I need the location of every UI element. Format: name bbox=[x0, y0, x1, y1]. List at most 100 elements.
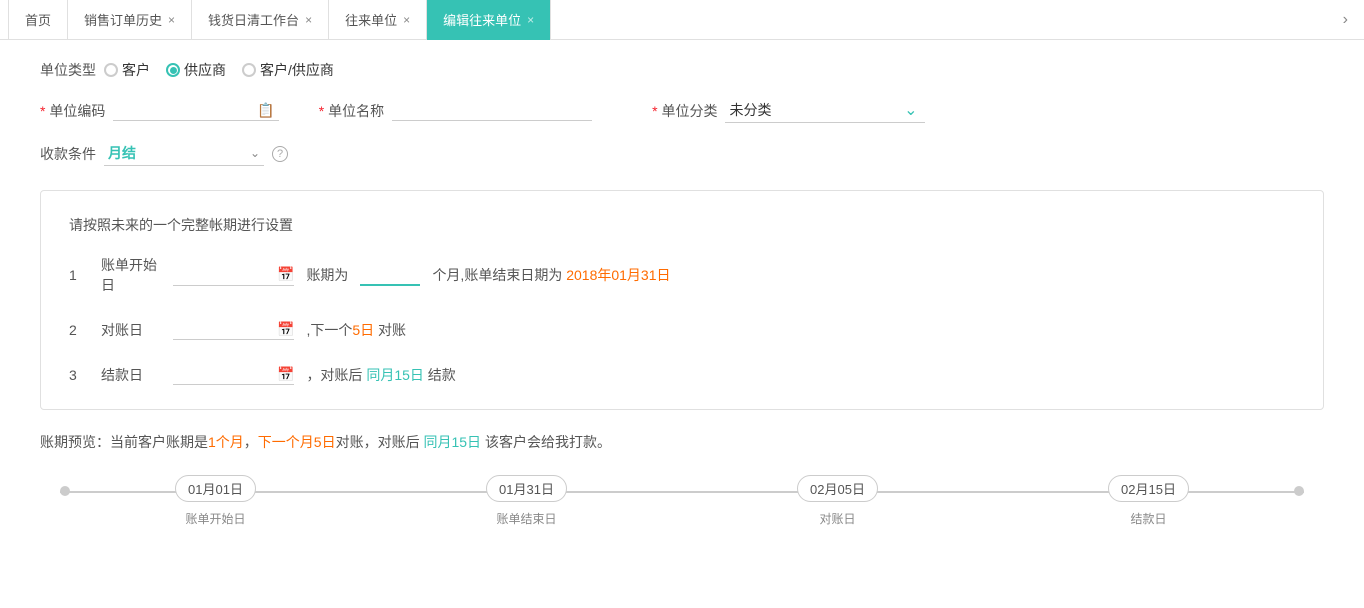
unit-category-field: 单位分类 未分类 ⌄ bbox=[652, 98, 925, 123]
unit-type-label: 单位类型 bbox=[40, 60, 96, 80]
payment-terms-arrow: ⌄ bbox=[250, 146, 260, 160]
timeline-label-1: 账单结束日 bbox=[496, 510, 556, 527]
timeline-label-0: 账单开始日 bbox=[185, 510, 245, 527]
period-date-2: 2018-02-05 📅 bbox=[173, 319, 294, 340]
tab-home[interactable]: 首页 bbox=[8, 0, 68, 40]
tab-home-label: 首页 bbox=[25, 10, 51, 29]
tab-partner-units[interactable]: 往来单位 × bbox=[329, 0, 427, 40]
timeline-label-3: 结款日 bbox=[1130, 510, 1166, 527]
period-desc-3: ，对账后 同月15日 结款 bbox=[306, 365, 455, 385]
timeline-point-0: 01月01日 账单开始日 bbox=[175, 475, 256, 527]
unit-name-label: 单位名称 bbox=[319, 101, 384, 121]
preview-text: 账期预览：当前客户账期是1个月，下一个月5日对账，对账后 同月15日 该客户会给… bbox=[40, 430, 1324, 455]
tab-partner-units-close[interactable]: × bbox=[403, 13, 410, 27]
tabs-bar: 首页 销售订单历史 × 钱货日清工作台 × 往来单位 × 编辑往来单位 × › bbox=[0, 0, 1364, 40]
payment-terms-help-icon[interactable]: ? bbox=[272, 146, 288, 162]
payment-terms-field: 收款条件 月结 ⌄ ? bbox=[40, 141, 288, 166]
period-name-3: 结款日 bbox=[101, 365, 161, 385]
unit-category-arrow: ⌄ bbox=[904, 100, 917, 120]
radio-customer-circle bbox=[104, 63, 118, 77]
unit-category-label: 单位分类 bbox=[652, 101, 717, 121]
timeline-node-3: 02月15日 bbox=[1108, 475, 1189, 502]
period-title: 请按照未来的一个完整帐期进行设置 bbox=[69, 215, 1295, 235]
radio-supplier[interactable]: 供应商 bbox=[166, 60, 226, 80]
unit-info-row: 单位编码 000001 📋 单位名称 河南供应商22 单位分类 未分类 ⌄ bbox=[40, 98, 1324, 123]
unit-type-radio-group: 客户 供应商 客户/供应商 bbox=[104, 60, 334, 80]
preview-prefix: 账期预览：当前客户账期是 bbox=[40, 434, 208, 450]
period-name-1: 账单开始日 bbox=[101, 255, 161, 295]
unit-code-input[interactable]: 000001 bbox=[113, 100, 253, 120]
tab-edit-partner-units-close[interactable]: × bbox=[527, 13, 534, 27]
unit-type-field: 单位类型 客户 供应商 客户/供应商 bbox=[40, 60, 334, 80]
radio-supplier-circle bbox=[166, 63, 180, 77]
period-date-input-3[interactable]: 2018-02-15 bbox=[173, 364, 273, 384]
unit-category-dropdown[interactable]: 未分类 ⌄ bbox=[725, 98, 925, 123]
period-row-2: 2 对账日 2018-02-05 📅 ,下一个5日 对账 bbox=[69, 319, 1295, 340]
period-row-3: 3 结款日 2018-02-15 📅 ，对账后 同月15日 结款 bbox=[69, 364, 1295, 385]
tab-cash-goods-workbench[interactable]: 钱货日清工作台 × bbox=[192, 0, 329, 40]
period-num-2: 2 bbox=[69, 322, 89, 338]
tabs-arrow[interactable]: › bbox=[1335, 11, 1356, 29]
preview-suffix: 该客户会给我打款。 bbox=[485, 434, 611, 450]
period-num-3: 3 bbox=[69, 367, 89, 383]
tab-sales-order-history-close[interactable]: × bbox=[168, 13, 175, 27]
timeline-point-3: 02月15日 结款日 bbox=[1108, 475, 1189, 527]
radio-customer-supplier-circle bbox=[242, 63, 256, 77]
timeline-node-2: 02月05日 bbox=[797, 475, 878, 502]
period-payment-suffix: 结款 bbox=[428, 367, 456, 383]
tab-edit-partner-units-label: 编辑往来单位 bbox=[443, 10, 521, 29]
period-suffix-before-1: 账期为 bbox=[306, 265, 348, 285]
radio-customer[interactable]: 客户 bbox=[104, 60, 150, 80]
tab-sales-order-history[interactable]: 销售订单历史 × bbox=[68, 0, 192, 40]
timeline-wrapper: 01月01日 账单开始日 01月31日 账单结束日 02月05日 对账日 02月… bbox=[40, 475, 1324, 567]
period-suffix-after-1: 个月,账单结束日期为 2018年01月31日 bbox=[432, 265, 670, 285]
period-reconciliation-suffix: 对账 bbox=[378, 322, 406, 338]
period-box: 请按照未来的一个完整帐期进行设置 1 账单开始日 2018-01-01 📅 账期… bbox=[40, 190, 1324, 410]
tab-cash-goods-workbench-close[interactable]: × bbox=[305, 13, 312, 27]
timeline-point-1: 01月31日 账单结束日 bbox=[486, 475, 567, 527]
preview-part3: 同月15日 bbox=[423, 434, 481, 450]
period-date-3: 2018-02-15 📅 bbox=[173, 364, 294, 385]
unit-category-value: 未分类 bbox=[729, 100, 771, 120]
tab-edit-partner-units[interactable]: 编辑往来单位 × bbox=[427, 0, 551, 40]
payment-terms-label: 收款条件 bbox=[40, 144, 96, 164]
tab-cash-goods-workbench-label: 钱货日清工作台 bbox=[208, 10, 299, 29]
preview-part1: 1个月 bbox=[208, 434, 244, 450]
period-num-1: 1 bbox=[69, 267, 89, 283]
preview-middle: 对账，对账后 bbox=[336, 434, 420, 450]
timeline-points: 01月01日 账单开始日 01月31日 账单结束日 02月05日 对账日 02月… bbox=[60, 475, 1304, 527]
period-name-2: 对账日 bbox=[101, 320, 161, 340]
main-content: 单位类型 客户 供应商 客户/供应商 单位编码 0000 bbox=[0, 40, 1364, 608]
tab-sales-order-history-label: 销售订单历史 bbox=[84, 10, 162, 29]
unit-code-copy-icon[interactable]: 📋 bbox=[253, 102, 278, 119]
calendar-icon-2[interactable]: 📅 bbox=[277, 321, 294, 338]
calendar-icon-3[interactable]: 📅 bbox=[277, 366, 294, 383]
period-reconciliation-highlight: 5日 bbox=[352, 322, 374, 338]
payment-terms-row: 收款条件 月结 ⌄ ? bbox=[40, 141, 1324, 166]
unit-type-row: 单位类型 客户 供应商 客户/供应商 bbox=[40, 60, 1324, 80]
payment-terms-select[interactable]: 月结 ⌄ bbox=[104, 141, 264, 166]
period-date-1: 2018-01-01 📅 bbox=[173, 265, 294, 286]
unit-name-field: 单位名称 河南供应商22 bbox=[319, 100, 592, 121]
unit-code-input-wrapper: 000001 📋 bbox=[113, 100, 278, 121]
timeline-node-0: 01月01日 bbox=[175, 475, 256, 502]
period-date-input-2[interactable]: 2018-02-05 bbox=[173, 319, 273, 339]
tab-partner-units-label: 往来单位 bbox=[345, 10, 397, 29]
unit-code-label: 单位编码 bbox=[40, 101, 105, 121]
period-months-input[interactable]: 1 bbox=[360, 264, 420, 286]
radio-customer-supplier[interactable]: 客户/供应商 bbox=[242, 60, 334, 80]
timeline-node-1: 01月31日 bbox=[486, 475, 567, 502]
radio-supplier-label: 供应商 bbox=[184, 60, 226, 80]
radio-customer-supplier-label: 客户/供应商 bbox=[260, 60, 334, 80]
preview-comma: ， bbox=[244, 434, 258, 450]
radio-customer-label: 客户 bbox=[122, 60, 150, 80]
period-payment-highlight: 同月15日 bbox=[366, 367, 424, 383]
calendar-icon-1[interactable]: 📅 bbox=[277, 266, 294, 283]
timeline-point-2: 02月05日 对账日 bbox=[797, 475, 878, 527]
unit-name-input[interactable]: 河南供应商22 bbox=[392, 100, 592, 121]
period-row-1: 1 账单开始日 2018-01-01 📅 账期为 1 个月,账单结束日期为 20… bbox=[69, 255, 1295, 295]
period-date-input-1[interactable]: 2018-01-01 bbox=[173, 265, 273, 285]
period-end-date-highlight: 2018年01月31日 bbox=[566, 267, 670, 283]
timeline-label-2: 对账日 bbox=[819, 510, 855, 527]
period-desc-2: ,下一个5日 对账 bbox=[306, 320, 406, 340]
